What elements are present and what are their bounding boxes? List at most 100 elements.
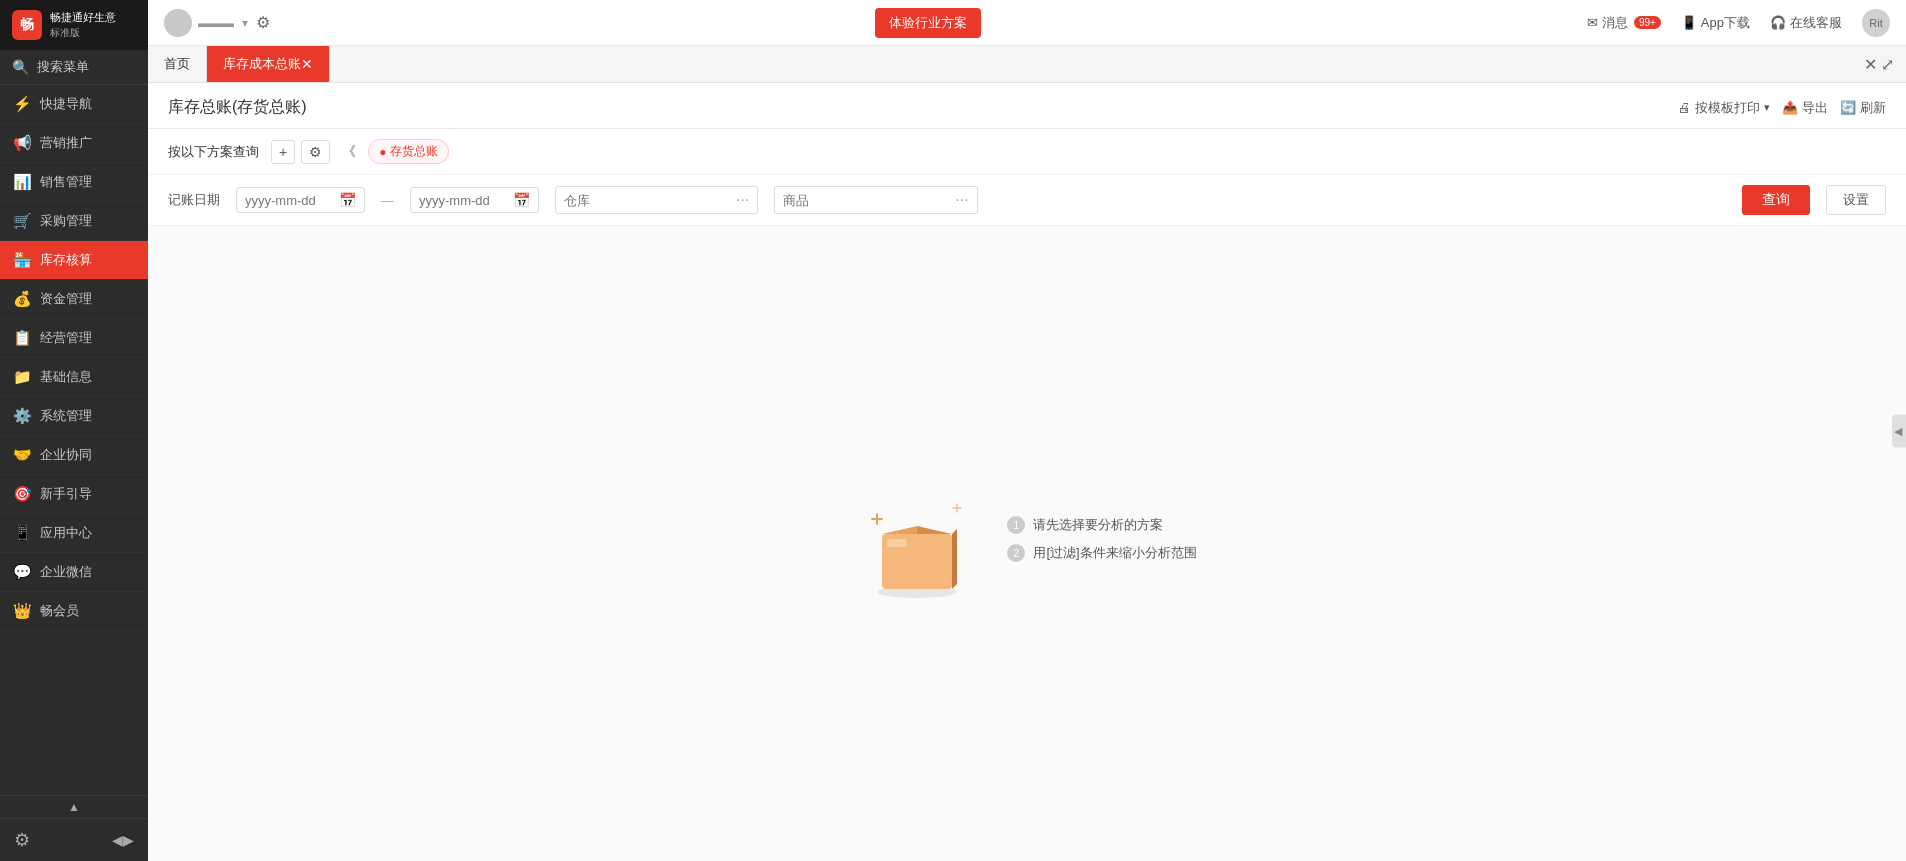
- topbar-user[interactable]: ▬▬▬: [164, 9, 234, 37]
- app-download-item[interactable]: 📱 App下载: [1681, 14, 1750, 32]
- svg-rect-5: [887, 539, 907, 547]
- chevron-down-icon[interactable]: ▾: [242, 16, 248, 30]
- date-separator: —: [381, 193, 394, 208]
- date-field-label: 记账日期: [168, 191, 220, 209]
- tab-close-all-button[interactable]: ✕: [1864, 55, 1877, 74]
- sidebar-item-purchase[interactable]: 🛒 采购管理: [0, 202, 148, 241]
- sidebar-item-sales[interactable]: 📊 销售管理: [0, 163, 148, 202]
- sidebar-item-operations[interactable]: 📋 经营管理: [0, 319, 148, 358]
- trial-button[interactable]: 体验行业方案: [875, 8, 981, 38]
- date-end-input[interactable]: 📅: [410, 187, 539, 213]
- topbar-settings-icon[interactable]: ⚙: [256, 13, 270, 32]
- sidebar-item-wechat[interactable]: 💬 企业微信: [0, 553, 148, 592]
- sales-icon: 📊: [12, 173, 32, 191]
- print-button[interactable]: 🖨 按模板打印 ▾: [1678, 99, 1770, 117]
- sidebar-item-inventory[interactable]: 🏪 库存核算: [0, 241, 148, 280]
- refresh-label: 刷新: [1860, 99, 1886, 117]
- tab-expand-button[interactable]: ⤢: [1881, 55, 1894, 74]
- sidebar-item-label: 快捷导航: [40, 95, 92, 113]
- sidebar-item-appstore[interactable]: 📱 应用中心: [0, 514, 148, 553]
- sidebar-item-system[interactable]: ⚙️ 系统管理: [0, 397, 148, 436]
- export-icon: 📤: [1782, 100, 1798, 115]
- empty-tip-2: 2 用[过滤]条件来缩小分析范围: [1007, 544, 1196, 562]
- scheme-icon: ●: [379, 145, 386, 159]
- sidebar-collapse-icon[interactable]: ◀▶: [112, 832, 134, 848]
- filter-collapse-button[interactable]: 《: [342, 143, 356, 161]
- goods-input[interactable]: [783, 193, 951, 208]
- user-avatar-top[interactable]: Rit: [1862, 9, 1890, 37]
- goods-more-icon[interactable]: ···: [955, 191, 968, 209]
- export-label: 导出: [1802, 99, 1828, 117]
- operations-icon: 📋: [12, 329, 32, 347]
- print-label: 按模板打印: [1695, 99, 1760, 117]
- appstore-icon: 📱: [12, 524, 32, 542]
- tab-inventory-cost[interactable]: 库存成本总账 ✕: [207, 46, 330, 82]
- goods-field[interactable]: ···: [774, 186, 977, 214]
- sidebar-item-shortcuts[interactable]: ⚡ 快捷导航: [0, 85, 148, 124]
- sidebar-logo: 畅 畅捷通好生意 标准版: [0, 0, 148, 50]
- warehouse-more-icon[interactable]: ···: [736, 191, 749, 209]
- filter-actions: + ⚙: [271, 140, 330, 164]
- app-name: 畅捷通好生意: [50, 10, 116, 25]
- member-icon: 👑: [12, 602, 32, 620]
- messages-item[interactable]: ✉ 消息 99+: [1587, 14, 1661, 32]
- date-start-field[interactable]: [245, 193, 335, 208]
- tip1-text: 请先选择要分析的方案: [1033, 516, 1163, 534]
- sidebar-item-basic[interactable]: 📁 基础信息: [0, 358, 148, 397]
- filter-scheme-tag[interactable]: ● 存货总账: [368, 139, 449, 164]
- sidebar-item-newbie[interactable]: 🎯 新手引导: [0, 475, 148, 514]
- sidebar-search[interactable]: 🔍 搜索菜单: [0, 50, 148, 85]
- sidebar-item-label: 畅会员: [40, 602, 79, 620]
- refresh-icon: 🔄: [1840, 100, 1856, 115]
- purchase-icon: 🛒: [12, 212, 32, 230]
- tab-home[interactable]: 首页: [148, 46, 207, 82]
- calendar-start-icon[interactable]: 📅: [339, 192, 356, 208]
- messages-label: 消息: [1602, 14, 1628, 32]
- sidebar: 畅 畅捷通好生意 标准版 🔍 搜索菜单 ⚡ 快捷导航 📢 营销推广 📊 销售管理…: [0, 0, 148, 861]
- refresh-button[interactable]: 🔄 刷新: [1840, 99, 1886, 117]
- query-button[interactable]: 查询: [1742, 185, 1810, 215]
- topbar-left: ▬▬▬ ▾ ⚙: [164, 9, 270, 37]
- warehouse-input[interactable]: [564, 193, 732, 208]
- sidebar-item-marketing[interactable]: 📢 营销推广: [0, 124, 148, 163]
- sidebar-bottom: ⚙ ◀▶: [0, 818, 148, 861]
- messages-badge: 99+: [1634, 16, 1661, 29]
- content-area: 1 请先选择要分析的方案 2 用[过滤]条件来缩小分析范围: [148, 226, 1906, 861]
- date-end-field[interactable]: [419, 193, 509, 208]
- logo-icon: 畅: [12, 10, 42, 40]
- scroll-up-icon[interactable]: ▲: [68, 800, 80, 814]
- system-icon: ⚙️: [12, 407, 32, 425]
- page-title: 库存总账(存货总账): [168, 97, 307, 118]
- sidebar-item-label: 营销推广: [40, 134, 92, 152]
- basic-icon: 📁: [12, 368, 32, 386]
- topbar: ▬▬▬ ▾ ⚙ 体验行业方案 ✉ 消息 99+ 📱 App下载 🎧 在线客服 R…: [148, 0, 1906, 46]
- sidebar-item-finance[interactable]: 💰 资金管理: [0, 280, 148, 319]
- scheme-label: 存货总账: [390, 143, 438, 160]
- page-header-actions: 🖨 按模板打印 ▾ 📤 导出 🔄 刷新: [1678, 99, 1886, 117]
- sidebar-item-enterprise[interactable]: 🤝 企业协同: [0, 436, 148, 475]
- sidebar-item-label: 基础信息: [40, 368, 92, 386]
- filter-settings-button[interactable]: ⚙: [301, 140, 330, 164]
- sidebar-item-member[interactable]: 👑 畅会员: [0, 592, 148, 631]
- tab-close-icon[interactable]: ✕: [301, 56, 313, 72]
- filter-add-button[interactable]: +: [271, 140, 295, 164]
- export-button[interactable]: 📤 导出: [1782, 99, 1828, 117]
- tip2-text: 用[过滤]条件来缩小分析范围: [1033, 544, 1196, 562]
- date-start-input[interactable]: 📅: [236, 187, 365, 213]
- tabs-right: ✕ ⤢: [1864, 55, 1906, 74]
- settings-button[interactable]: 设置: [1826, 185, 1886, 215]
- right-panel-tab[interactable]: ◀: [1892, 414, 1906, 447]
- sidebar-settings-icon[interactable]: ⚙: [14, 829, 30, 851]
- filter-bar: 按以下方案查询 + ⚙ 《 ● 存货总账: [148, 129, 1906, 175]
- online-support-item[interactable]: 🎧 在线客服: [1770, 14, 1842, 32]
- sidebar-item-label: 新手引导: [40, 485, 92, 503]
- tip1-num: 1: [1007, 516, 1025, 534]
- sidebar-item-label: 库存核算: [40, 251, 92, 269]
- app-badge: 标准版: [50, 26, 116, 40]
- warehouse-field[interactable]: ···: [555, 186, 758, 214]
- svg-marker-2: [882, 526, 917, 534]
- calendar-end-icon[interactable]: 📅: [513, 192, 530, 208]
- query-row: 记账日期 📅 — 📅 ··· ··· 查询 设置: [148, 175, 1906, 226]
- user-avatar-small: [164, 9, 192, 37]
- enterprise-icon: 🤝: [12, 446, 32, 464]
